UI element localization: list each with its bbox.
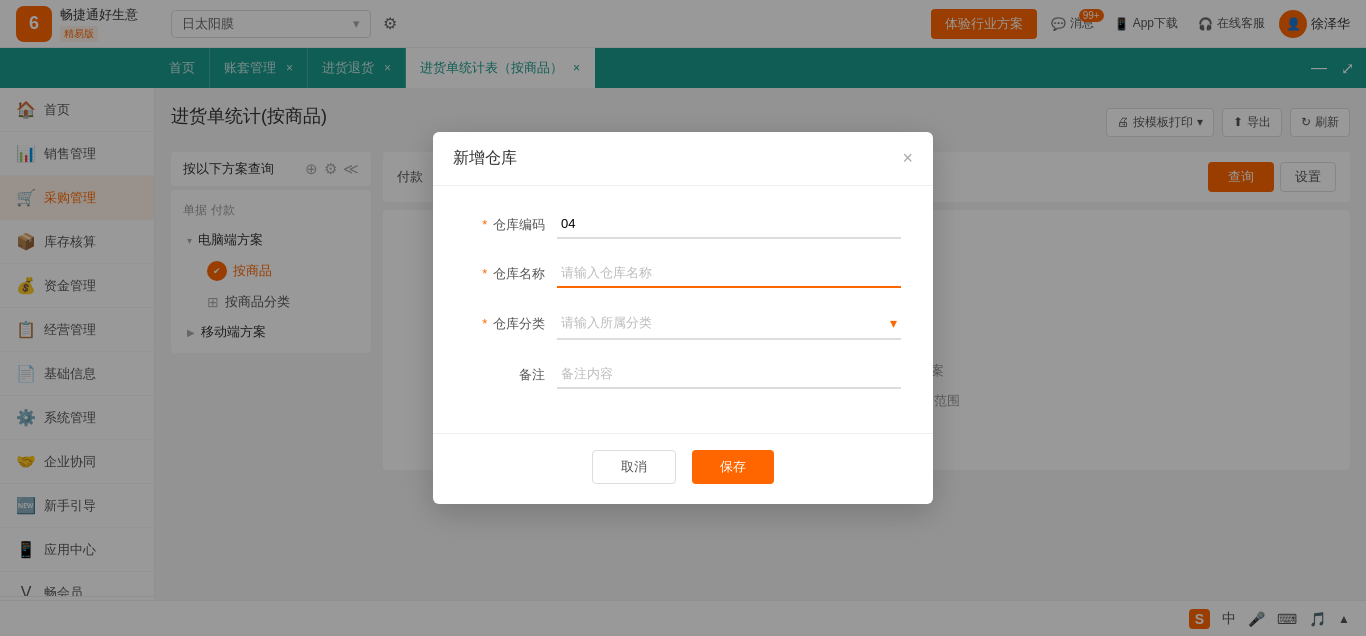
dialog-close-btn[interactable]: ×	[902, 148, 913, 169]
name-label: * 仓库名称	[465, 265, 545, 283]
remark-input[interactable]	[557, 360, 901, 389]
form-row-code: * 仓库编码	[465, 210, 901, 239]
category-dropdown-icon: ▾	[890, 315, 897, 331]
category-required-star: *	[482, 316, 487, 331]
save-button[interactable]: 保存	[692, 450, 774, 484]
remark-label: 备注	[465, 366, 545, 384]
warehouse-code-input[interactable]	[557, 210, 901, 239]
form-row-category: * 仓库分类 请输入所属分类 ▾	[465, 308, 901, 340]
new-warehouse-dialog: 新增仓库 × * 仓库编码 * 仓库名称	[433, 132, 933, 504]
dialog-header: 新增仓库 ×	[433, 132, 933, 186]
dialog-overlay: 新增仓库 × * 仓库编码 * 仓库名称	[0, 0, 1366, 636]
cancel-button[interactable]: 取消	[592, 450, 676, 484]
form-row-remark: 备注	[465, 360, 901, 389]
name-required-star: *	[482, 266, 487, 281]
warehouse-name-input[interactable]	[557, 259, 901, 288]
dialog-title: 新增仓库	[453, 148, 517, 169]
dialog-footer: 取消 保存	[433, 433, 933, 504]
category-label: * 仓库分类	[465, 315, 545, 333]
category-select[interactable]: 请输入所属分类 ▾	[557, 308, 901, 340]
category-placeholder: 请输入所属分类	[561, 314, 652, 332]
code-required-star: *	[482, 217, 487, 232]
dialog-body: * 仓库编码 * 仓库名称 * 仓库分类 请输入所属	[433, 186, 933, 433]
form-row-name: * 仓库名称	[465, 259, 901, 288]
code-label: * 仓库编码	[465, 216, 545, 234]
